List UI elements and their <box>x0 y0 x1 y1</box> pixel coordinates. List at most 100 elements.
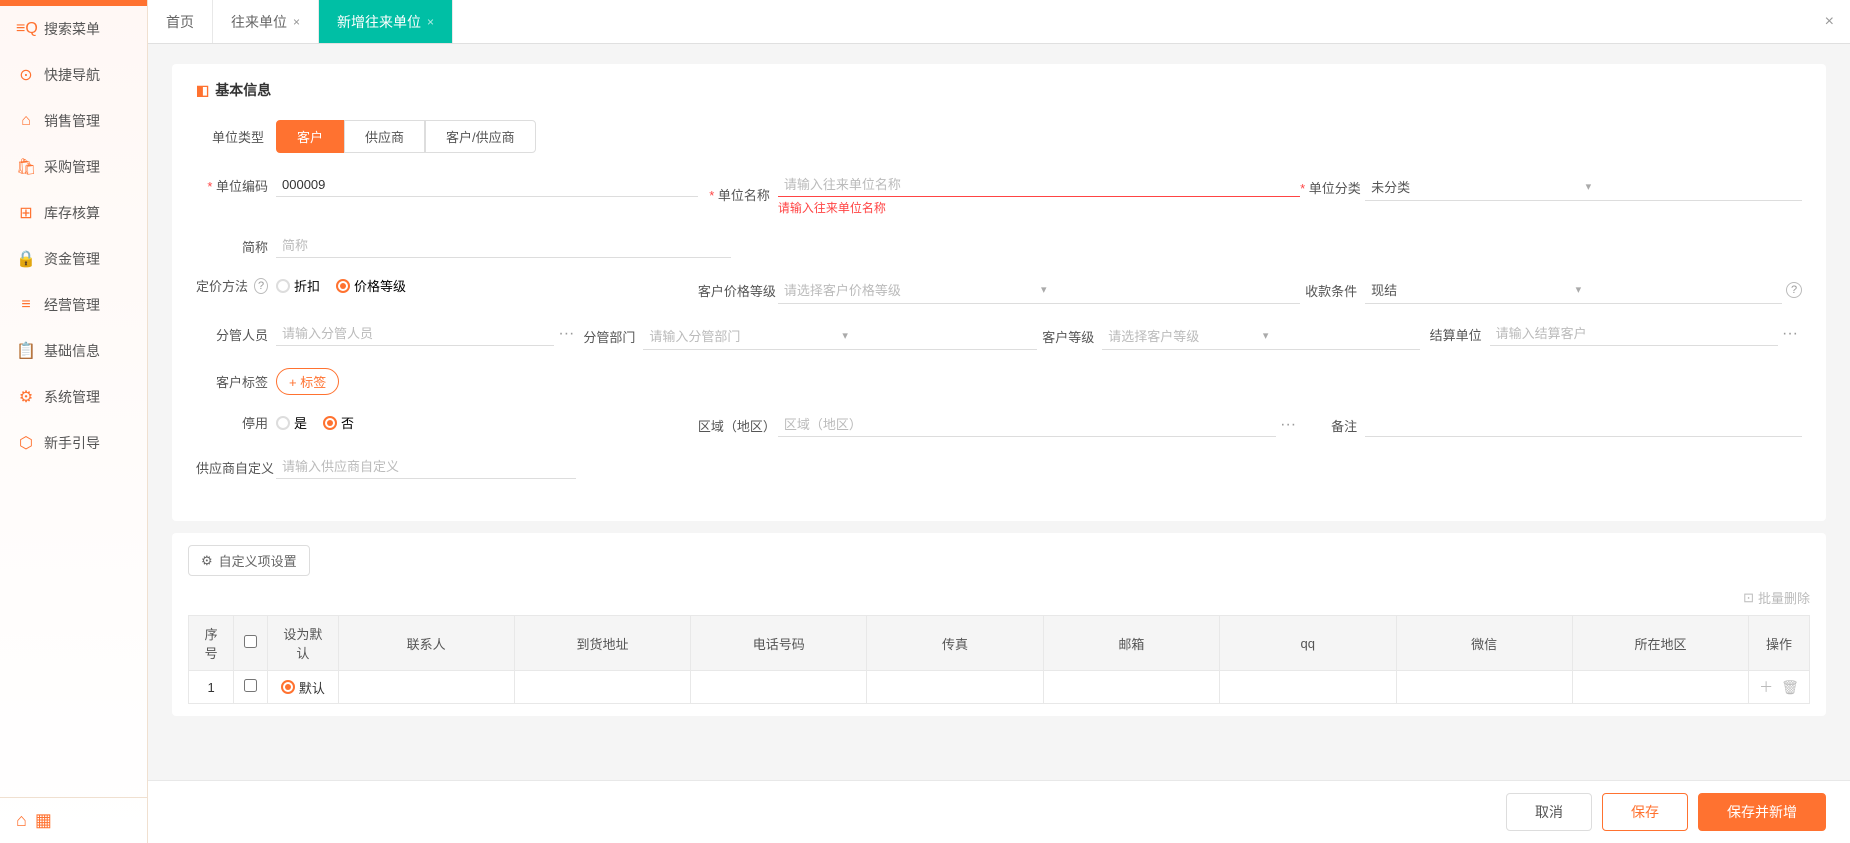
pricing-radio-level[interactable]: 价格等级 <box>336 276 406 295</box>
cell-phone[interactable] <box>691 671 867 704</box>
settlement-more-button[interactable]: ··· <box>1778 325 1802 343</box>
pricing-method-field: 定价方法 ? 折扣 价格等级 <box>196 276 698 295</box>
unit-code-field: 单位编码 <box>196 173 698 197</box>
sidebar-item-quick-nav[interactable]: ⊙ 快捷导航 <box>0 52 147 98</box>
col-phone: 电话号码 <box>691 616 867 671</box>
default-radio[interactable]: 默认 <box>281 678 325 697</box>
unit-code-input[interactable] <box>276 173 698 197</box>
yes-radio-circle <box>276 416 290 430</box>
disabled-radio-group: 是 否 <box>276 413 354 432</box>
custom-settings-button[interactable]: ⚙ 自定义项设置 <box>188 545 310 576</box>
sidebar-item-system[interactable]: ⚙ 系统管理 <box>0 374 147 420</box>
sidebar-item-basic-info[interactable]: 📋 基础信息 <box>0 328 147 374</box>
manager-input[interactable] <box>276 322 554 346</box>
unit-name-error: 请输入往来单位名称 <box>778 199 1300 216</box>
gear-icon: ⚙ <box>16 387 36 407</box>
manager-more-button[interactable]: ··· <box>554 325 578 343</box>
delete-row-button[interactable]: 🗑 <box>1781 679 1799 696</box>
disabled-field: 停用 是 否 <box>196 413 698 432</box>
cell-email[interactable] <box>1043 671 1219 704</box>
sidebar-item-sales[interactable]: ⌂ 销售管理 <box>0 98 147 144</box>
tab-partner-close[interactable]: × <box>293 15 300 29</box>
bar-chart-icon[interactable]: ▦ <box>35 810 52 831</box>
cancel-button[interactable]: 取消 <box>1506 793 1592 831</box>
table-header-row: 序号 设为默认 联系人 到货地址 电话号码 传真 邮箱 qq 微信 所在地区 操… <box>189 616 1810 671</box>
email-input[interactable] <box>1054 680 1209 695</box>
cell-address[interactable] <box>514 671 690 704</box>
cell-wechat[interactable] <box>1396 671 1572 704</box>
save-and-add-button[interactable]: 保存并新增 <box>1698 793 1826 831</box>
payment-help-icon[interactable]: ? <box>1786 282 1802 298</box>
department-field: 分管部门 请输入分管部门 ▾ <box>578 322 1037 350</box>
unit-type-customer-button[interactable]: 客户 <box>276 120 344 153</box>
short-name-input[interactable] <box>276 234 731 258</box>
cell-region-input[interactable] <box>1583 680 1738 695</box>
home-icon[interactable]: ⌂ <box>16 810 27 831</box>
address-input[interactable] <box>525 680 680 695</box>
cell-default[interactable]: 默认 <box>268 671 338 704</box>
region-more-button[interactable]: ··· <box>1276 416 1300 434</box>
phone-input[interactable] <box>701 680 856 695</box>
sidebar-item-operations[interactable]: ≡ 经营管理 <box>0 282 147 328</box>
pricing-help-icon[interactable]: ? <box>254 278 268 294</box>
contact-input[interactable] <box>349 680 504 695</box>
region-label: 区域（地区） <box>698 416 778 435</box>
sidebar-bottom: ⌂ ▦ <box>0 797 147 843</box>
sidebar-item-inventory[interactable]: ⊞ 库存核算 <box>0 190 147 236</box>
unit-category-label: 单位分类 <box>1300 178 1365 197</box>
department-select[interactable]: 请输入分管部门 ▾ <box>643 322 1037 350</box>
region-input[interactable] <box>778 413 1276 437</box>
tab-new-partner-close[interactable]: × <box>427 15 434 29</box>
wechat-input[interactable] <box>1407 680 1562 695</box>
add-row-button[interactable]: ＋ <box>1759 677 1773 697</box>
settlement-unit-field: 结算单位 ··· <box>1420 322 1802 346</box>
unit-type-supplier-button[interactable]: 供应商 <box>344 120 425 153</box>
sidebar-item-purchase[interactable]: 🛍 采购管理 <box>0 144 147 190</box>
unit-type-both-button[interactable]: 客户/供应商 <box>425 120 536 153</box>
tab-new-partner[interactable]: 新增往来单位 × <box>319 0 453 43</box>
sidebar-item-finance[interactable]: 🔒 资金管理 <box>0 236 147 282</box>
settings-icon: ⚙ <box>201 553 213 569</box>
cell-qq[interactable] <box>1220 671 1397 704</box>
tab-partner[interactable]: 往来单位 × <box>213 0 319 43</box>
unit-category-select[interactable]: 未分类 ▾ <box>1365 173 1802 201</box>
add-tag-button[interactable]: + 标签 <box>276 368 339 395</box>
no-radio-circle <box>323 416 337 430</box>
cell-fax[interactable] <box>867 671 1043 704</box>
fax-input[interactable] <box>877 680 1032 695</box>
qq-input[interactable] <box>1230 680 1386 695</box>
cell-row-actions: ＋ 🗑 <box>1749 671 1810 704</box>
customer-price-select[interactable]: 请选择客户价格等级 ▾ <box>778 276 1300 304</box>
customer-level-select[interactable]: 请选择客户等级 ▾ <box>1102 322 1419 350</box>
disabled-yes-radio[interactable]: 是 <box>276 413 307 432</box>
cell-contact[interactable] <box>338 671 514 704</box>
unit-code-label: 单位编码 <box>196 176 276 195</box>
payment-condition-select[interactable]: 现结 ▾ <box>1365 276 1782 304</box>
batch-delete-button[interactable]: ⊡ 批量删除 <box>1743 588 1810 607</box>
col-seq: 序号 <box>189 616 234 671</box>
unit-name-field: 单位名称 请输入往来单位名称 <box>698 173 1300 216</box>
basic-info-card: ◧ 基本信息 单位类型 客户 供应商 客户/供应商 单位编码 单位名称 <box>172 64 1826 521</box>
row-checkbox[interactable] <box>244 679 257 692</box>
disabled-no-radio[interactable]: 否 <box>323 413 354 432</box>
section-title: ◧ 基本信息 <box>196 80 1802 100</box>
supplier-custom-input[interactable] <box>276 455 576 479</box>
tags-field: 客户标签 + 标签 <box>196 368 1802 395</box>
save-button[interactable]: 保存 <box>1602 793 1688 831</box>
pricing-method-label: 定价方法 ? <box>196 276 276 295</box>
customer-price-field: 客户价格等级 请选择客户价格等级 ▾ <box>698 276 1300 304</box>
select-all-checkbox[interactable] <box>244 635 257 648</box>
settlement-unit-input[interactable] <box>1490 322 1778 346</box>
pricing-radio-discount[interactable]: 折扣 <box>276 276 320 295</box>
unit-name-input[interactable] <box>778 173 1300 197</box>
info-icon: 📋 <box>16 341 36 361</box>
cell-region[interactable] <box>1572 671 1748 704</box>
discount-radio-circle <box>276 279 290 293</box>
unit-type-label: 单位类型 <box>196 127 276 146</box>
pricing-radio-group: 折扣 价格等级 <box>276 276 406 295</box>
tab-home[interactable]: 首页 <box>148 0 213 43</box>
sidebar-item-guide[interactable]: ⬡ 新手引导 <box>0 420 147 466</box>
sidebar-item-search[interactable]: ≡Q 搜索菜单 <box>0 6 147 52</box>
close-all-tabs-button[interactable]: × <box>1809 13 1850 31</box>
notes-input[interactable] <box>1365 413 1802 437</box>
